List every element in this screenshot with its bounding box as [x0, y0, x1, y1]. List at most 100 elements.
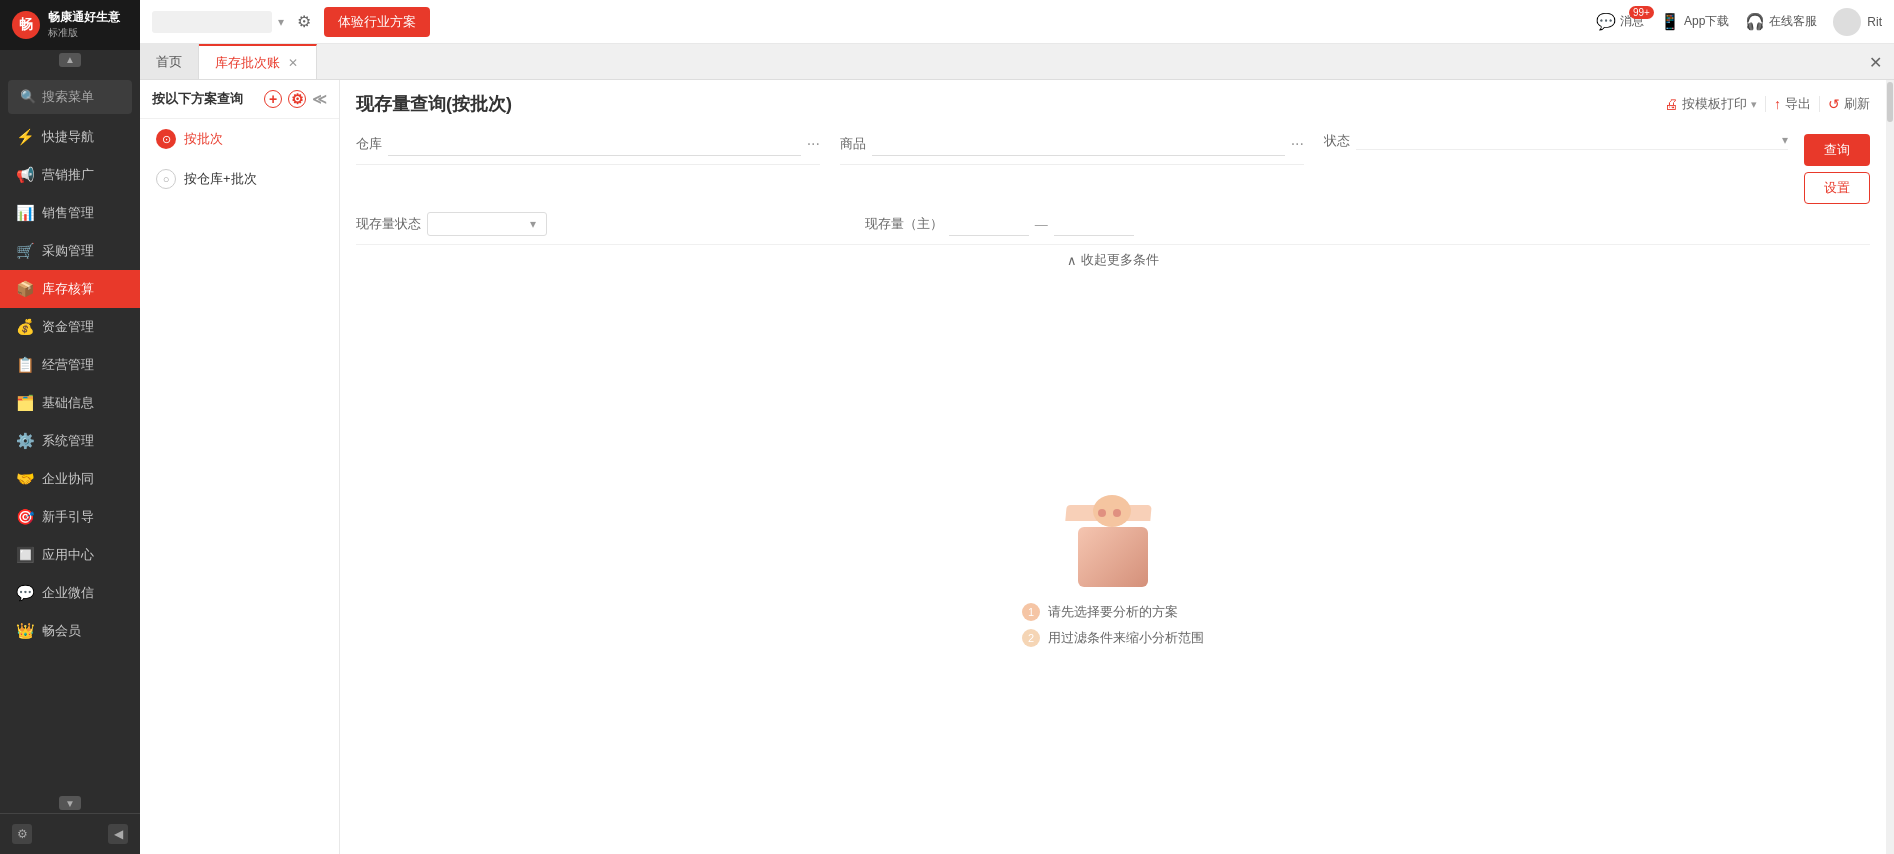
right-area: 现存量查询(按批次) 🖨 按模板打印 ▾ ↑ 导出 ↺ 刷	[340, 80, 1886, 854]
tab-inventory-batch[interactable]: 库存批次账 ✕	[199, 44, 317, 79]
sidebar-item-label: 库存核算	[42, 280, 94, 298]
user-area[interactable]: Rit	[1833, 8, 1882, 36]
product-dots[interactable]: ···	[1291, 135, 1304, 153]
wechat-icon: 💬	[16, 584, 34, 602]
download-icon: 📱	[1660, 12, 1680, 31]
inventory-status-label: 现存量状态	[356, 215, 421, 233]
hint-2: 2 用过滤条件来缩小分析范围	[1022, 629, 1204, 647]
sidebar-item-label: 销售管理	[42, 204, 94, 222]
breadcrumb-chevron-icon[interactable]: ▾	[278, 15, 284, 29]
print-btn[interactable]: 🖨 按模板打印 ▾	[1664, 95, 1757, 113]
sidebar-item-label: 快捷导航	[42, 128, 94, 146]
sidebar-item-label: 应用中心	[42, 546, 94, 564]
scheme-batch[interactable]: ⊙ 按批次	[140, 119, 339, 159]
scheme-warehouse-batch-label: 按仓库+批次	[184, 170, 257, 188]
sidebar-item-apps[interactable]: 🔲 应用中心	[0, 536, 140, 574]
sidebar-item-basic[interactable]: 🗂️ 基础信息	[0, 384, 140, 422]
app-subtitle: 标准版	[48, 26, 120, 40]
sidebar-item-label: 经营管理	[42, 356, 94, 374]
sidebar-item-system[interactable]: ⚙️ 系统管理	[0, 422, 140, 460]
sidebar-item-label: 企业协同	[42, 470, 94, 488]
sidebar: 畅 畅康通好生意 标准版 ▲ 🔍 搜索菜单 ⚡ 快捷导航 📢 营销推广 📊 销售…	[0, 0, 140, 854]
experience-btn[interactable]: 体验行业方案	[324, 7, 430, 37]
empty-state: 1 请先选择要分析的方案 2 用过滤条件来缩小分析范围	[340, 279, 1886, 854]
messages-btn[interactable]: 💬 消息 99+	[1596, 12, 1644, 31]
filter-add-btn[interactable]: +	[264, 90, 282, 108]
scheme-batch-label: 按批次	[184, 130, 223, 148]
filter-setting-btn[interactable]: ⚙	[288, 90, 306, 108]
sidebar-item-guide[interactable]: 🎯 新手引导	[0, 498, 140, 536]
app-download-btn[interactable]: 📱 App下载	[1660, 12, 1729, 31]
empty-illustration	[1058, 487, 1168, 587]
page-title: 现存量查询(按批次)	[356, 92, 512, 116]
sidebar-item-purchase[interactable]: 🛒 采购管理	[0, 232, 140, 270]
refresh-icon: ↺	[1828, 96, 1840, 112]
tab-close-icon[interactable]: ✕	[286, 56, 300, 70]
sidebar-scroll-down[interactable]: ▼	[59, 796, 81, 810]
inventory-qty-to[interactable]	[1054, 212, 1134, 236]
sidebar-item-label: 资金管理	[42, 318, 94, 336]
collapse-conditions[interactable]: ∧ 收起更多条件	[356, 244, 1870, 279]
sidebar-search-label: 搜索菜单	[42, 88, 94, 106]
refresh-btn[interactable]: ↺ 刷新	[1828, 95, 1870, 113]
sidebar-search[interactable]: 🔍 搜索菜单	[8, 80, 132, 114]
page-titlebar: 现存量查询(按批次) 🖨 按模板打印 ▾ ↑ 导出 ↺ 刷	[340, 80, 1886, 124]
sidebar-item-marketing[interactable]: 📢 营销推广	[0, 156, 140, 194]
export-btn[interactable]: ↑ 导出	[1774, 95, 1811, 113]
tab-home[interactable]: 首页	[140, 44, 199, 79]
breadcrumb-input[interactable]	[152, 11, 272, 33]
divider2	[1819, 96, 1820, 112]
scheme-warehouse-batch[interactable]: ○ 按仓库+批次	[140, 159, 339, 199]
inventory-qty-label: 现存量（主）	[865, 215, 943, 233]
sidebar-item-finance[interactable]: 💰 资金管理	[0, 308, 140, 346]
product-label: 商品	[840, 135, 866, 153]
message-icon: 💬	[1596, 12, 1616, 31]
tab-panel-close-icon[interactable]: ✕	[1869, 52, 1882, 71]
sidebar-item-label: 企业微信	[42, 584, 94, 602]
status-dropdown-arrow[interactable]: ▾	[1782, 133, 1788, 147]
query-btn[interactable]: 查询	[1804, 134, 1870, 166]
sidebar-item-enterprise[interactable]: 🤝 企业协同	[0, 460, 140, 498]
box-body	[1078, 527, 1148, 587]
inventory-icon: 📦	[16, 280, 34, 298]
sidebar-item-label: 基础信息	[42, 394, 94, 412]
sidebar-nav: 🔍 搜索菜单 ⚡ 快捷导航 📢 营销推广 📊 销售管理 🛒 采购管理 📦 库存核…	[0, 70, 140, 793]
breadcrumb-area: ▾ ⚙ 体验行业方案	[152, 7, 1588, 37]
hint1-num: 1	[1022, 603, 1040, 621]
filter-collapse-btn[interactable]: ≪	[312, 91, 327, 107]
sidebar-settings-btn[interactable]: ⚙	[12, 824, 32, 844]
main-area: ▾ ⚙ 体验行业方案 💬 消息 99+ 📱 App下载 🎧 在线客服 Rit	[140, 0, 1894, 854]
page-title-actions: 🖨 按模板打印 ▾ ↑ 导出 ↺ 刷新	[1664, 95, 1870, 113]
basic-icon: 🗂️	[16, 394, 34, 412]
sidebar-item-inventory[interactable]: 📦 库存核算	[0, 270, 140, 308]
sidebar-item-member[interactable]: 👑 畅会员	[0, 612, 140, 650]
sidebar-item-operation[interactable]: 📋 经营管理	[0, 346, 140, 384]
settings-icon: ⚙	[17, 827, 28, 841]
avatar	[1833, 8, 1861, 36]
topbar: ▾ ⚙ 体验行业方案 💬 消息 99+ 📱 App下载 🎧 在线客服 Rit	[140, 0, 1894, 44]
inventory-qty-from[interactable]	[949, 212, 1029, 236]
sidebar-scroll-up[interactable]: ▲	[59, 53, 81, 67]
warehouse-dots[interactable]: ···	[807, 135, 820, 153]
product-input[interactable]	[872, 132, 1285, 156]
online-service-btn[interactable]: 🎧 在线客服	[1745, 12, 1817, 31]
inventory-status-arrow[interactable]: ▾	[530, 217, 536, 231]
right-scrollbar[interactable]	[1886, 80, 1894, 854]
hint1-text: 请先选择要分析的方案	[1048, 603, 1178, 621]
app-download-label: App下载	[1684, 13, 1729, 30]
sidebar-collapse-btn[interactable]: ◀	[108, 824, 128, 844]
topbar-gear-icon[interactable]: ⚙	[290, 8, 318, 36]
divider	[1765, 96, 1766, 112]
print-icon: 🖨	[1664, 96, 1678, 112]
qty-dash: —	[1035, 217, 1048, 232]
content-area: 按以下方案查询 + ⚙ ≪ ⊙ 按批次 ○	[140, 80, 1894, 854]
settings-btn[interactable]: 设置	[1804, 172, 1870, 204]
empty-hints: 1 请先选择要分析的方案 2 用过滤条件来缩小分析范围	[1022, 603, 1204, 647]
collapse-label: 收起更多条件	[1081, 251, 1159, 269]
search-icon: 🔍	[20, 89, 36, 104]
tab-inventory-batch-label: 库存批次账	[215, 54, 280, 72]
sidebar-item-wechat[interactable]: 💬 企业微信	[0, 574, 140, 612]
sidebar-item-quick-nav[interactable]: ⚡ 快捷导航	[0, 118, 140, 156]
warehouse-input[interactable]	[388, 132, 801, 156]
sidebar-item-sales[interactable]: 📊 销售管理	[0, 194, 140, 232]
